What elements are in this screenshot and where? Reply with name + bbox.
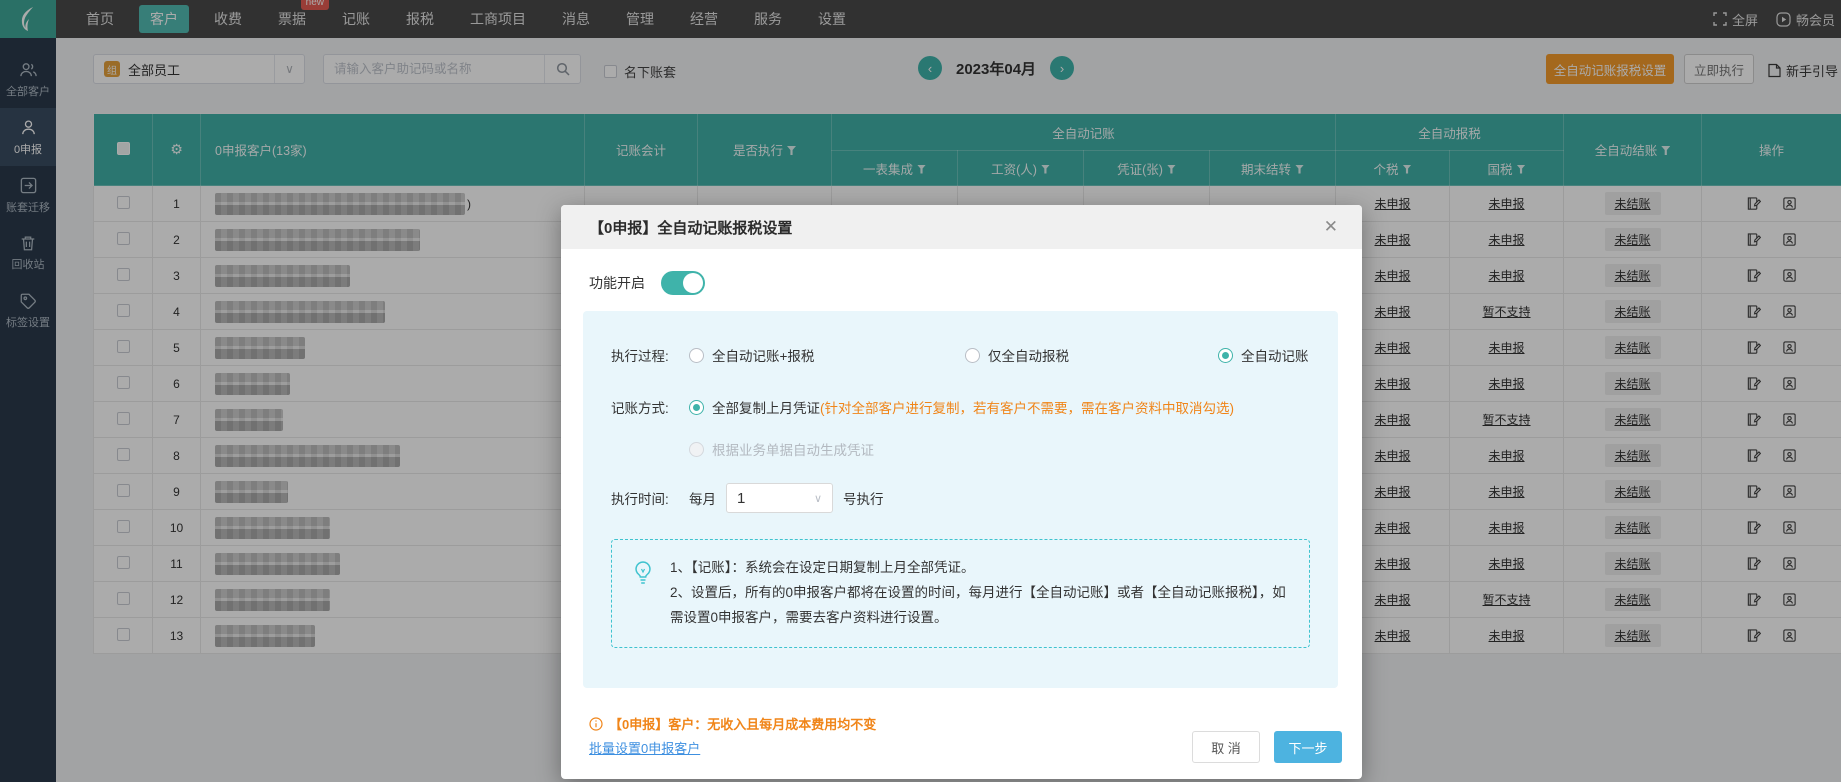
feature-toggle-row: 功能开启 — [589, 271, 1362, 295]
method-row: 记账方式: 全部复制上月凭证 (针对全部客户进行复制，若有客户不需要，需在客户资… — [611, 397, 1310, 417]
cancel-button[interactable]: 取 消 — [1192, 731, 1260, 763]
day-select-value: 1 — [737, 489, 746, 507]
modal-title: 【0申报】全自动记账报税设置 — [589, 219, 793, 237]
radio-auto-bookkeeping[interactable]: 全自动记账 — [1218, 345, 1309, 365]
tips-text: 1、【记账】：系统会在设定日期复制上月全部凭证。 2、设置后，所有的0申报客户都… — [670, 556, 1289, 631]
modal-footer: 批量设置0申报客户 取 消 下一步 — [589, 731, 1342, 763]
time-row: 执行时间: 每月 1 ∨ 号执行 — [611, 483, 1310, 513]
chevron-down-icon: ∨ — [813, 492, 822, 505]
method-note: (针对全部客户进行复制，若有客户不需要，需在客户资料中取消勾选) — [820, 401, 1234, 416]
radio-label: 全部复制上月凭证 — [712, 401, 820, 416]
radio-disabled-icon — [689, 441, 704, 457]
time-suffix: 号执行 — [843, 492, 884, 507]
time-prefix: 每月 — [689, 492, 716, 507]
process-label: 执行过程: — [611, 349, 669, 364]
radio-icon — [965, 347, 980, 363]
radio-generate-from-documents[interactable]: 根据业务单据自动生成凭证 — [689, 439, 874, 459]
feature-toggle-switch[interactable] — [661, 271, 705, 295]
radio-label: 仅全自动报税 — [988, 349, 1069, 364]
modal-header: 【0申报】全自动记账报税设置 ✕ — [561, 205, 1362, 249]
toggle-label: 功能开启 — [589, 275, 645, 291]
tip-line: 1、【记账】：系统会在设定日期复制上月全部凭证。 — [670, 560, 975, 575]
radio-label: 全自动记账 — [1241, 349, 1309, 364]
method-label: 记账方式: — [611, 401, 669, 416]
radio-label: 全自动记账+报税 — [712, 349, 815, 364]
time-label: 执行时间: — [611, 492, 669, 507]
radio-label: 根据业务单据自动生成凭证 — [712, 443, 874, 458]
radio-selected-icon — [1218, 347, 1233, 363]
close-icon[interactable]: ✕ — [1318, 215, 1344, 239]
settings-panel: 执行过程: 全自动记账+报税 仅全自动报税 全自动记账 记账方式: 全部复制上月… — [583, 311, 1338, 688]
radio-only-auto-tax[interactable]: 仅全自动报税 — [965, 345, 1218, 365]
day-select[interactable]: 1 ∨ — [726, 483, 833, 513]
batch-setup-link[interactable]: 批量设置0申报客户 — [589, 738, 700, 757]
radio-icon — [689, 347, 704, 363]
process-row: 执行过程: 全自动记账+报税 仅全自动报税 全自动记账 — [611, 345, 1310, 365]
bulb-icon — [635, 561, 651, 584]
radio-selected-icon — [689, 399, 704, 415]
info-icon — [589, 716, 603, 731]
radio-copy-last-month[interactable]: 全部复制上月凭证 — [689, 397, 820, 417]
tips-box: 1、【记账】：系统会在设定日期复制上月全部凭证。 2、设置后，所有的0申报客户都… — [611, 539, 1310, 648]
next-step-button[interactable]: 下一步 — [1274, 731, 1342, 763]
radio-auto-bookkeeping-and-tax[interactable]: 全自动记账+报税 — [689, 345, 965, 365]
auto-bookkeeping-settings-modal: 【0申报】全自动记账报税设置 ✕ 功能开启 执行过程: 全自动记账+报税 仅全自… — [561, 205, 1362, 779]
method-row-disabled: 根据业务单据自动生成凭证 — [611, 439, 1310, 459]
tip-line: 2、设置后，所有的0申报客户都将在设置的时间，每月进行【全自动记账】或者【全自动… — [670, 584, 1286, 625]
